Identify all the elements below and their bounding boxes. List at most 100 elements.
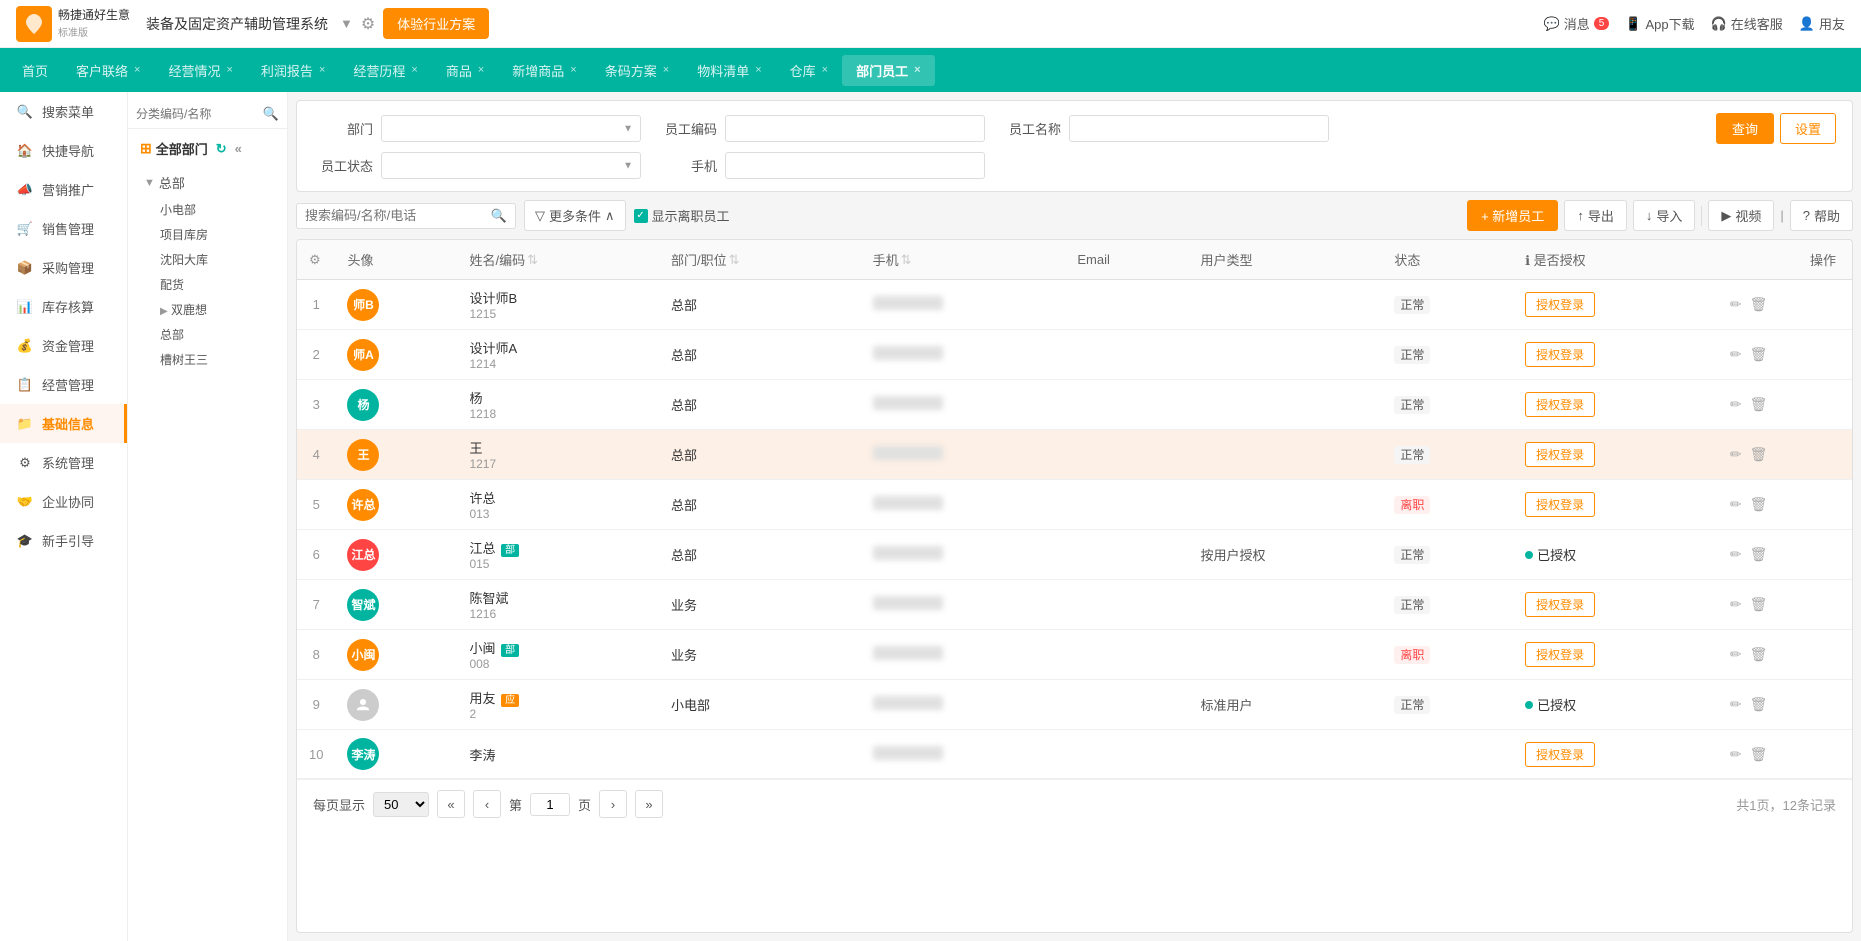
first-page-btn[interactable]: «	[437, 790, 465, 818]
import-button[interactable]: ↓ 导入	[1633, 200, 1696, 231]
online-service-btn[interactable]: 🎧 在线客服	[1711, 14, 1783, 33]
sidebar-item-info[interactable]: 📁 基础信息	[0, 404, 127, 443]
th-user-type: 用户类型	[1188, 240, 1382, 280]
more-filter-btn[interactable]: ▽ 更多条件 ∧	[524, 200, 626, 231]
tab-goods[interactable]: 商品 ×	[432, 55, 498, 86]
delete-icon[interactable]: 🗑	[1750, 596, 1768, 613]
edit-icon[interactable]: ✏	[1730, 546, 1742, 563]
export-button[interactable]: ↑ 导出	[1564, 200, 1627, 231]
next-page-btn[interactable]: ›	[599, 790, 627, 818]
show-resigned-toggle[interactable]: ✓ 显示离职员工	[634, 206, 730, 225]
edit-icon[interactable]: ✏	[1730, 746, 1742, 763]
sidebar-item-purchase[interactable]: 📦 采购管理	[0, 248, 127, 287]
dept-node-shenyang[interactable]: 沈阳大库	[152, 247, 287, 272]
sidebar-item-collab[interactable]: 🤝 企业协同	[0, 482, 127, 521]
filter-status-select[interactable]	[381, 152, 641, 179]
auth-button[interactable]: 授权登录	[1525, 592, 1595, 617]
sidebar-item-finance[interactable]: 💰 资金管理	[0, 326, 127, 365]
search-input[interactable]	[305, 208, 487, 223]
help-button[interactable]: ? 帮助	[1790, 200, 1853, 231]
page-size-select[interactable]: 50 100	[373, 792, 429, 817]
delete-icon[interactable]: 🗑	[1750, 546, 1768, 563]
delete-icon[interactable]: 🗑	[1750, 446, 1768, 463]
auth-button[interactable]: 授权登录	[1525, 442, 1595, 467]
delete-icon[interactable]: 🗑	[1750, 746, 1768, 763]
auth-button[interactable]: 授权登录	[1525, 292, 1595, 317]
tab-addgoods[interactable]: 新增商品 ×	[498, 55, 590, 86]
filter-emp-name-input[interactable]	[1069, 115, 1329, 142]
tab-profit[interactable]: 利润报告 ×	[247, 55, 339, 86]
trial-button[interactable]: 体验行业方案	[383, 8, 489, 39]
sidebar-item-nav[interactable]: 🏠 快捷导航	[0, 131, 127, 170]
tab-operation[interactable]: 经营情况 ×	[154, 55, 246, 86]
tab-customer[interactable]: 客户联络 ×	[62, 55, 154, 86]
dept-node-shuanglu[interactable]: ▶ 双鹿想	[152, 297, 287, 322]
tab-journey[interactable]: 经营历程 ×	[339, 55, 431, 86]
delete-icon[interactable]: 🗑	[1750, 496, 1768, 513]
sidebar-item-inventory[interactable]: 📊 库存核算	[0, 287, 127, 326]
add-employee-button[interactable]: + 新增员工	[1467, 200, 1558, 231]
tab-home[interactable]: 首页	[8, 55, 62, 86]
last-page-btn[interactable]: »	[635, 790, 663, 818]
edit-icon[interactable]: ✏	[1730, 696, 1742, 713]
auth-button[interactable]: 授权登录	[1525, 642, 1595, 667]
tab-warehouse[interactable]: 仓库 ×	[776, 55, 842, 86]
tab-bom[interactable]: 物料清单 ×	[683, 55, 775, 86]
auth-button[interactable]: 授权登录	[1525, 342, 1595, 367]
delete-icon[interactable]: 🗑	[1750, 646, 1768, 663]
dept-node-caoshu[interactable]: 槽树王三	[152, 347, 287, 372]
edit-icon[interactable]: ✏	[1730, 296, 1742, 313]
sidebar-item-search[interactable]: 🔍 搜索菜单	[0, 92, 127, 131]
edit-icon[interactable]: ✏	[1730, 346, 1742, 363]
delete-icon[interactable]: 🗑	[1750, 396, 1768, 413]
video-button[interactable]: ▶ 视频	[1708, 200, 1774, 231]
tab-barcode[interactable]: 条码方案 ×	[591, 55, 683, 86]
edit-icon[interactable]: ✏	[1730, 396, 1742, 413]
edit-icon[interactable]: ✏	[1730, 446, 1742, 463]
system-dropdown-arrow[interactable]: ▼	[340, 16, 353, 31]
dept-node-zongbu[interactable]: 总部	[152, 322, 287, 347]
sidebar-item-guide[interactable]: 🎓 新手引导	[0, 521, 127, 560]
tab-employee[interactable]: 部门员工 ×	[842, 55, 934, 86]
gear-icon[interactable]: ⚙	[361, 14, 375, 34]
edit-icon[interactable]: ✏	[1730, 496, 1742, 513]
sidebar-item-management[interactable]: 📋 经营管理	[0, 365, 127, 404]
auth-button[interactable]: 授权登录	[1525, 742, 1595, 767]
dept-node-general[interactable]: ▼ 总部	[128, 168, 287, 197]
sidebar-item-system[interactable]: ⚙ 系统管理	[0, 443, 127, 482]
filter-emp-code-input[interactable]	[725, 115, 985, 142]
auth-button[interactable]: 授权登录	[1525, 392, 1595, 417]
dept-node-peihuo[interactable]: 配货	[152, 272, 287, 297]
sort-name-icon[interactable]: ⇅	[527, 252, 538, 268]
message-btn[interactable]: 💬 消息 5	[1544, 14, 1610, 33]
dept-collapse-icon[interactable]: «	[235, 141, 242, 156]
dept-header-label: 全部部门	[156, 139, 208, 158]
export-icon: ↑	[1577, 208, 1584, 223]
dept-node-xiaodian[interactable]: 小电部	[152, 197, 287, 222]
cell-action: ✏ 🗑	[1718, 730, 1852, 779]
user-avatar[interactable]: 👤 用友	[1799, 14, 1845, 33]
page-number-input[interactable]	[530, 793, 570, 816]
delete-icon[interactable]: 🗑	[1750, 696, 1768, 713]
settings-icon[interactable]: ⚙	[309, 252, 321, 267]
sort-dept-icon[interactable]: ⇅	[729, 252, 740, 268]
edit-icon[interactable]: ✏	[1730, 596, 1742, 613]
dept-refresh-icon[interactable]: ↻	[216, 141, 227, 157]
delete-icon[interactable]: 🗑	[1750, 346, 1768, 363]
cell-phone	[861, 480, 1066, 530]
cell-email	[1065, 680, 1188, 730]
prev-page-btn[interactable]: ‹	[473, 790, 501, 818]
delete-icon[interactable]: 🗑	[1750, 296, 1768, 313]
query-button[interactable]: 查询	[1716, 113, 1774, 144]
dept-node-project[interactable]: 项目库房	[152, 222, 287, 247]
sidebar-item-sales[interactable]: 🛒 销售管理	[0, 209, 127, 248]
dept-search-input[interactable]	[136, 107, 259, 121]
filter-dept-select[interactable]	[381, 115, 641, 142]
auth-button[interactable]: 授权登录	[1525, 492, 1595, 517]
sort-phone-icon[interactable]: ⇅	[901, 252, 912, 268]
app-download-btn[interactable]: 📱 App下载	[1625, 14, 1694, 33]
edit-icon[interactable]: ✏	[1730, 646, 1742, 663]
filter-phone-input[interactable]	[725, 152, 985, 179]
set-button[interactable]: 设置	[1780, 113, 1836, 144]
sidebar-item-marketing[interactable]: 📣 营销推广	[0, 170, 127, 209]
